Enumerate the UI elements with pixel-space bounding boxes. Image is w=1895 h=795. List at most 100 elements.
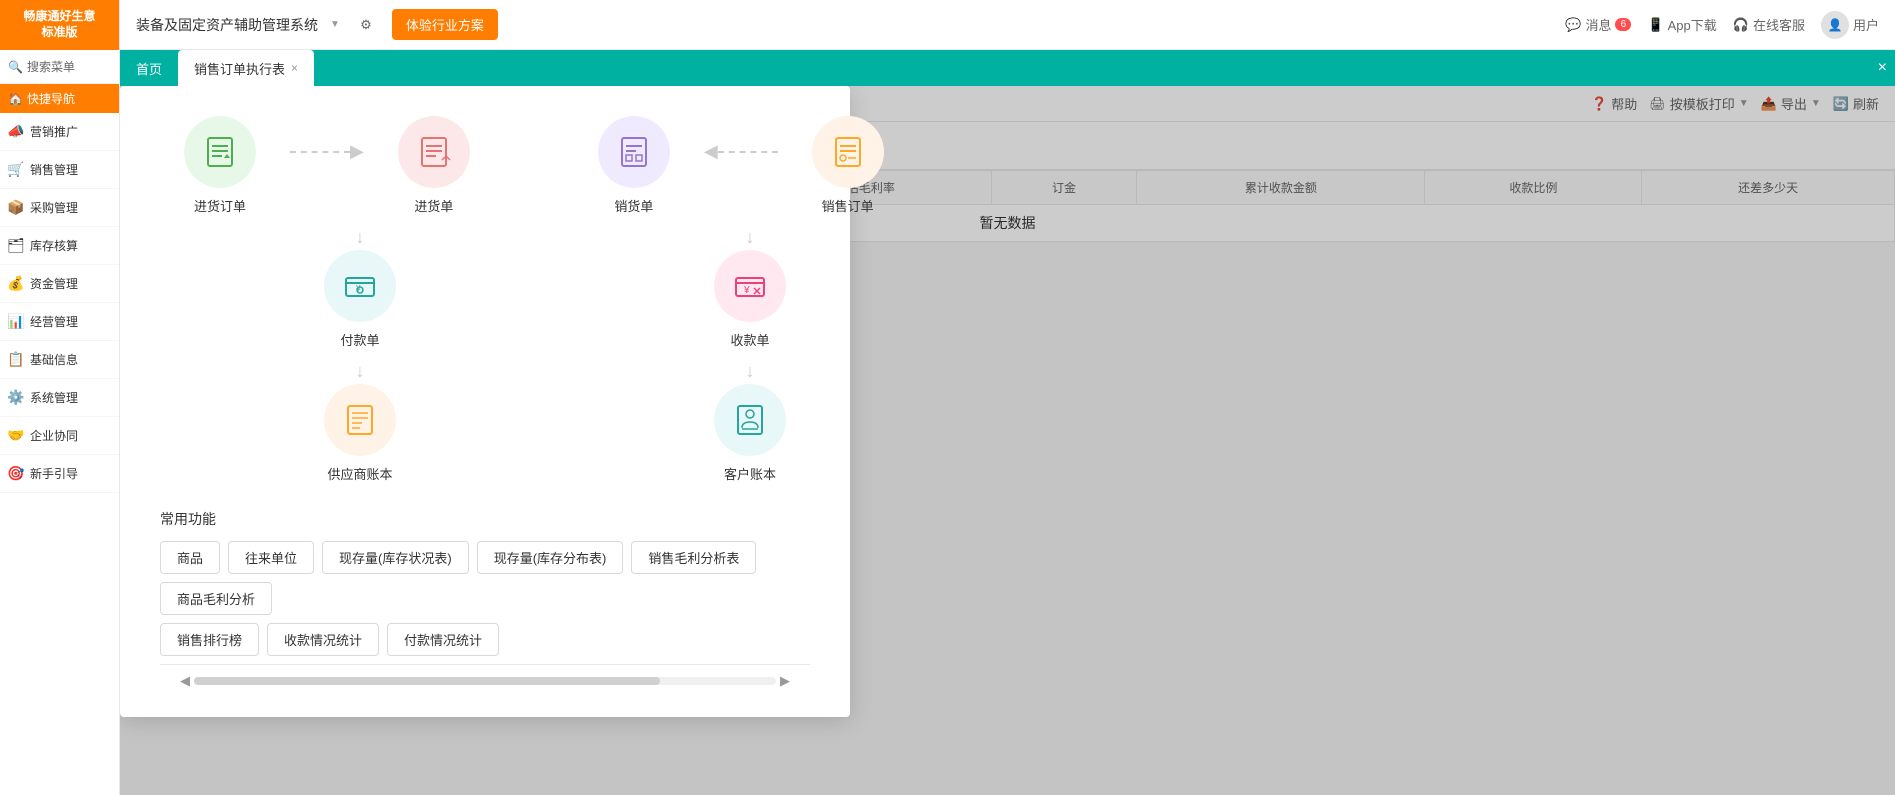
flow-node-purchase-order[interactable]: 进货订单 [160,116,280,215]
headset-icon: 🎧 [1733,17,1749,33]
top-bar-left: 装备及固定资产辅助管理系统 ▼ ⚙ 体验行业方案 [136,9,498,40]
scroll-area: ◀ ▶ [160,664,810,697]
online-service-button[interactable]: 🎧 在线客服 [1733,15,1805,34]
user-avatar: 👤 [1821,11,1849,39]
page-area: ❓ 帮助 🖨 按模板打印 ▼ 📤 导出 ▼ 🔄 刷新 [120,86,1895,795]
home-tab-label: 首页 [136,59,162,78]
sidebar-item-finance-label: 资金管理 [30,275,78,292]
payment-in-label: 收款单 [730,330,769,349]
tab-close-icon[interactable]: × [291,61,298,75]
func-button-r2-0[interactable]: 销售排行榜 [160,623,259,656]
func-button-2[interactable]: 现存量(库存状况表) [322,541,469,574]
flow-node-customer-account[interactable]: 客户账本 [690,384,810,483]
scroll-left-arrow[interactable]: ◀ [176,673,194,689]
func-button-0[interactable]: 商品 [160,541,220,574]
main-content: 装备及固定资产辅助管理系统 ▼ ⚙ 体验行业方案 💬 消息 6 📱 App下载 … [120,0,1895,795]
sidebar-item-guide[interactable]: 🎯 新手引导 [0,455,119,493]
marketing-icon: 📣 [8,124,24,140]
arrow-down-payment-in: ↓ [746,361,755,382]
sidebar-item-enterprise[interactable]: 🤝 企业协同 [0,417,119,455]
payment-in-circle: ¥ [714,250,786,322]
sales-icon: 🛒 [8,162,24,178]
sidebar-item-purchase[interactable]: 📦 采购管理 [0,189,119,227]
purchase-order-icon [202,134,238,170]
sidebar-item-marketing[interactable]: 📣 营销推广 [0,113,119,151]
tab-bar: 首页 销售订单执行表 × × [120,50,1895,86]
func-button-r2-2[interactable]: 付款情况统计 [387,623,499,656]
settings-button[interactable]: ⚙ [352,11,380,39]
sidebar-item-basic[interactable]: 📋 基础信息 [0,341,119,379]
finance-icon: 💰 [8,276,24,292]
sales-order-icon [830,134,866,170]
home-icon: 🏠 [8,92,23,106]
top-bar: 装备及固定资产辅助管理系统 ▼ ⚙ 体验行业方案 💬 消息 6 📱 App下载 … [120,0,1895,50]
tab-home[interactable]: 首页 [120,50,178,86]
message-button[interactable]: 💬 消息 6 [1565,15,1631,34]
sidebar-item-sales-label: 销售管理 [30,161,78,178]
purchase-bill-label: 进货单 [414,196,453,215]
sidebar-item-inventory[interactable]: 🗂 库存核算 [0,227,119,265]
sidebar-item-operations[interactable]: 📊 经营管理 [0,303,119,341]
flow-node-sales-order[interactable]: 销售订单 [788,116,908,215]
sidebar-item-marketing-label: 营销推广 [30,123,78,140]
search-label: 搜索菜单 [27,58,75,75]
sidebar-item-guide-label: 新手引导 [30,465,78,482]
scroll-right-arrow[interactable]: ▶ [776,673,794,689]
flow-node-purchase-bill[interactable]: 进货单 [374,116,494,215]
sidebar-item-enterprise-label: 企业协同 [30,427,78,444]
svg-text:¥: ¥ [743,285,750,296]
flow-row-1: 进货订单 ▶ [160,116,810,215]
modal-overlay[interactable]: 进货订单 ▶ [120,86,1895,795]
arrow-down-purchase-bill: ↓ [356,227,365,248]
sales-order-label: 销售订单 [822,196,874,215]
sales-order-circle [812,116,884,188]
sidebar-item-system[interactable]: ⚙️ 系统管理 [0,379,119,417]
vertical-arrows-row: ↓ ↓ [300,225,810,250]
guide-icon: 🎯 [8,466,24,482]
payment-out-icon: ¥ [342,268,378,304]
svg-text:¥: ¥ [355,284,361,293]
supplier-account-icon [342,402,378,438]
user-menu[interactable]: 👤 用户 [1821,11,1879,39]
message-icon: 💬 [1565,17,1581,33]
app-download-button[interactable]: 📱 App下载 [1647,15,1716,34]
scrollbar-track[interactable] [194,677,776,685]
tab-bar-close-button[interactable]: × [1878,59,1887,77]
func-button-3[interactable]: 现存量(库存分布表) [477,541,624,574]
inventory-icon: 🗂 [8,238,24,254]
sidebar-quick-nav[interactable]: 🏠 快捷导航 [0,84,119,113]
customer-account-circle [714,384,786,456]
modal-content: 进货订单 ▶ [120,86,850,717]
sidebar: 畅康通好生意 标准版 🔍 搜索菜单 🏠 快捷导航 📣 营销推广 🛒 销售管理 📦… [0,0,120,795]
sidebar-item-system-label: 系统管理 [30,389,78,406]
func-button-r2-1[interactable]: 收款情况统计 [267,623,379,656]
vertical-arrows-row-2: ↓ ↓ [300,359,810,384]
func-button-5[interactable]: 商品毛利分析 [160,582,272,615]
flow-diagram: 进货订单 ▶ [160,116,810,493]
supplier-account-circle [324,384,396,456]
system-dropdown-arrow[interactable]: ▼ [330,19,340,30]
basic-icon: 📋 [8,352,24,368]
app-download-icon: 📱 [1647,17,1663,33]
flow-node-payment-out[interactable]: ¥ 付款单 [300,250,420,349]
sidebar-search[interactable]: 🔍 搜索菜单 [0,50,119,84]
sidebar-item-operations-label: 经营管理 [30,313,78,330]
common-functions-title: 常用功能 [160,509,810,529]
tab-sales-order-execution[interactable]: 销售订单执行表 × [178,50,314,86]
func-button-1[interactable]: 往来单位 [228,541,314,574]
flow-node-supplier-account[interactable]: 供应商账本 [300,384,420,483]
flow-node-sales-bill[interactable]: 销货单 [574,116,694,215]
sidebar-item-sales[interactable]: 🛒 销售管理 [0,151,119,189]
flow-row-3: 供应商账本 [300,384,810,483]
customer-account-icon [732,402,768,438]
user-label: 用户 [1853,15,1879,34]
modal-box: 进货订单 ▶ [120,86,850,717]
common-functions: 常用功能 商品往来单位现存量(库存状况表)现存量(库存分布表)销售毛利分析表商品… [160,509,810,656]
logo-text-line1: 畅康通好生意 [23,9,95,25]
func-button-4[interactable]: 销售毛利分析表 [631,541,756,574]
flow-node-payment-in[interactable]: ¥ 收款单 [690,250,810,349]
func-buttons-row-2: 销售排行榜收款情况统计付款情况统计 [160,623,810,656]
trial-button[interactable]: 体验行业方案 [392,9,498,40]
flow-arrow-from-sales-order: ◀ [694,141,788,162]
sidebar-item-finance[interactable]: 💰 资金管理 [0,265,119,303]
